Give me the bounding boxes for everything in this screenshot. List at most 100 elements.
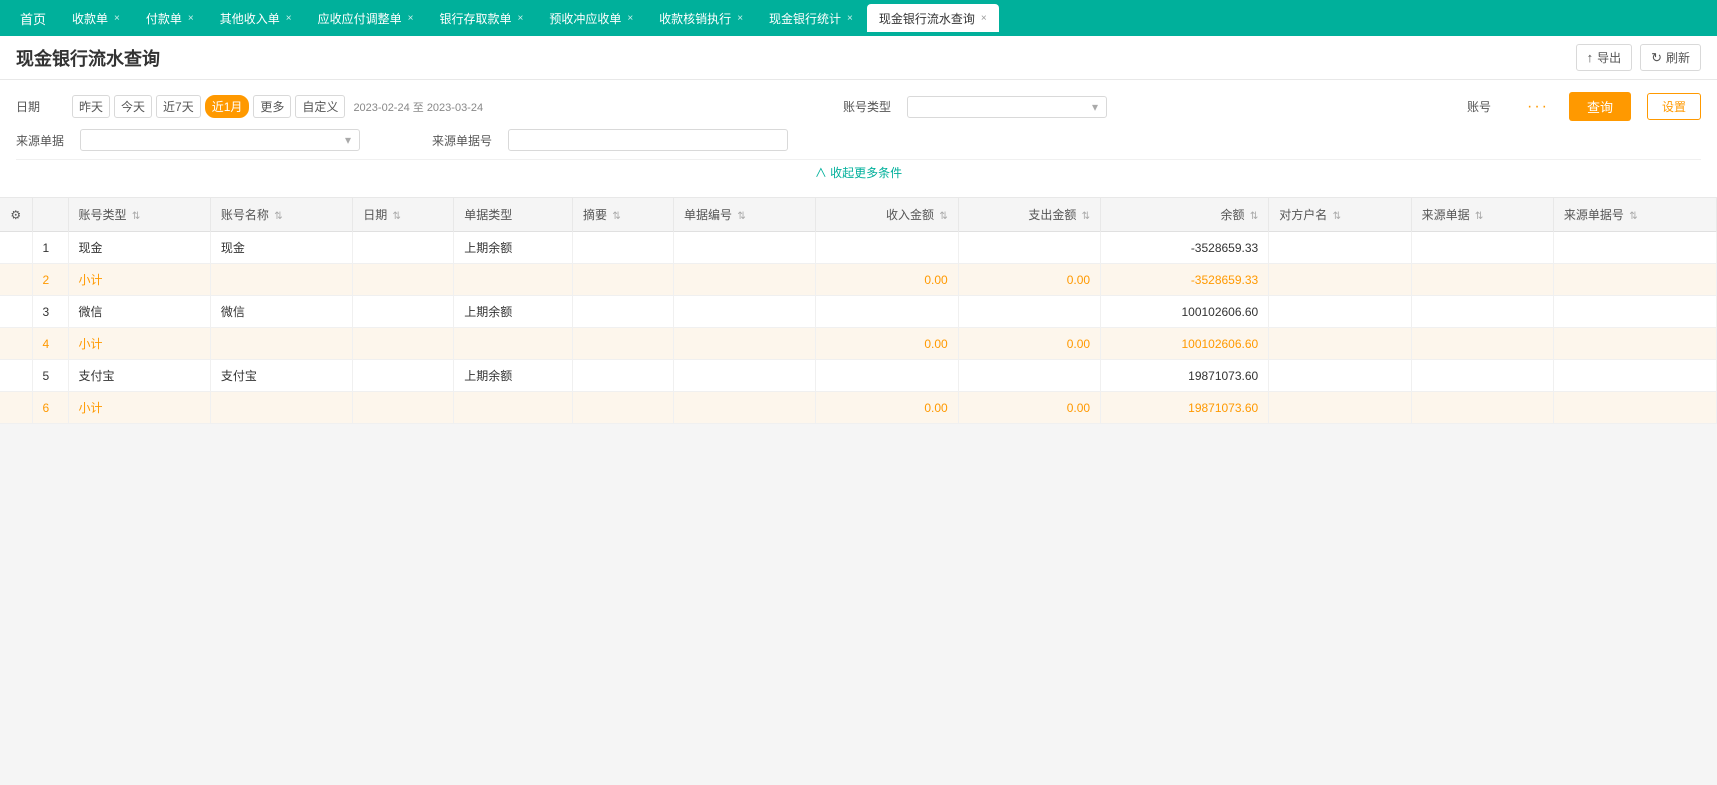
td-summary xyxy=(572,392,673,424)
nav-tab-close-2[interactable]: × xyxy=(286,13,292,24)
td-source-doc-no xyxy=(1553,392,1716,424)
refresh-button[interactable]: ↻ 刷新 xyxy=(1640,44,1701,71)
th-account-name[interactable]: 账号名称 ⇅ xyxy=(210,198,352,232)
table-row: 3微信微信上期余额100102606.60 xyxy=(0,296,1717,328)
td-balance: -3528659.33 xyxy=(1101,264,1269,296)
filter-row-2: 来源单据 ▾ 来源单据号 xyxy=(16,129,1701,151)
nav-tab-close-5[interactable]: × xyxy=(627,13,633,24)
header-actions: ↑ 导出 ↻ 刷新 xyxy=(1576,44,1701,71)
th-source-doc[interactable]: 来源单据 ⇅ xyxy=(1411,198,1553,232)
th-seq xyxy=(32,198,68,232)
nav-tabs-container: 收款单×付款单×其他收入单×应收应付调整单×银行存取款单×预收冲应收单×收款核销… xyxy=(60,4,999,32)
td-source-doc xyxy=(1411,360,1553,392)
td-expense: 0.00 xyxy=(958,392,1100,424)
table-container: ⚙ 账号类型 ⇅ 账号名称 ⇅ 日期 ⇅ 单据类型 xyxy=(0,198,1717,424)
th-source-doc-no[interactable]: 来源单据号 ⇅ xyxy=(1553,198,1716,232)
nav-tab-3[interactable]: 应收应付调整单× xyxy=(306,4,426,32)
date-more[interactable]: 更多 xyxy=(253,95,291,118)
nav-tab-7[interactable]: 现金银行统计× xyxy=(757,4,865,32)
nav-tab-close-1[interactable]: × xyxy=(188,13,194,24)
nav-tab-0[interactable]: 收款单× xyxy=(60,4,132,32)
td-settings[interactable] xyxy=(0,360,32,392)
td-date xyxy=(353,360,454,392)
td-expense: 0.00 xyxy=(958,328,1100,360)
source-doc-select[interactable]: ▾ xyxy=(80,129,360,151)
td-expense xyxy=(958,360,1100,392)
td-income: 0.00 xyxy=(816,392,958,424)
td-balance: 19871073.60 xyxy=(1101,360,1269,392)
td-counterpart xyxy=(1269,360,1411,392)
th-summary[interactable]: 摘要 ⇅ xyxy=(572,198,673,232)
date-range: 2023-02-24 至 2023-03-24 xyxy=(353,99,483,115)
td-seq: 1 xyxy=(32,232,68,264)
td-doc-type: 上期余额 xyxy=(454,360,573,392)
source-doc-no-label: 来源单据号 xyxy=(432,132,492,149)
table-header-row: ⚙ 账号类型 ⇅ 账号名称 ⇅ 日期 ⇅ 单据类型 xyxy=(0,198,1717,232)
export-icon: ↑ xyxy=(1587,50,1594,65)
td-settings[interactable] xyxy=(0,296,32,328)
nav-home[interactable]: 首页 xyxy=(8,9,58,28)
account-type-select[interactable]: ▾ xyxy=(907,96,1107,118)
nav-tab-1[interactable]: 付款单× xyxy=(134,4,206,32)
td-settings[interactable] xyxy=(0,328,32,360)
th-expense[interactable]: 支出金额 ⇅ xyxy=(958,198,1100,232)
td-account-name xyxy=(210,392,352,424)
collapse-bar[interactable]: ∧ 收起更多条件 xyxy=(16,159,1701,185)
th-doc-no-label: 单据编号 xyxy=(684,208,732,222)
th-balance[interactable]: 余额 ⇅ xyxy=(1101,198,1269,232)
source-doc-no-input[interactable] xyxy=(508,129,788,151)
account-dots-button[interactable]: ··· xyxy=(1523,98,1553,116)
th-doc-type[interactable]: 单据类型 xyxy=(454,198,573,232)
sort-icon-source-doc-no: ⇅ xyxy=(1629,211,1637,222)
th-account-type[interactable]: 账号类型 ⇅ xyxy=(68,198,210,232)
th-income[interactable]: 收入金额 ⇅ xyxy=(816,198,958,232)
td-settings[interactable] xyxy=(0,232,32,264)
td-source-doc xyxy=(1411,392,1553,424)
th-source-doc-no-label: 来源单据号 xyxy=(1564,208,1624,222)
td-expense xyxy=(958,296,1100,328)
th-balance-label: 余额 xyxy=(1220,208,1244,222)
th-settings[interactable]: ⚙ xyxy=(0,198,32,232)
date-today[interactable]: 今天 xyxy=(114,95,152,118)
td-settings[interactable] xyxy=(0,392,32,424)
date-yesterday[interactable]: 昨天 xyxy=(72,95,110,118)
nav-tab-close-4[interactable]: × xyxy=(517,13,523,24)
nav-tab-close-6[interactable]: × xyxy=(737,13,743,24)
nav-tab-close-3[interactable]: × xyxy=(408,13,414,24)
th-counterpart[interactable]: 对方户名 ⇅ xyxy=(1269,198,1411,232)
td-account-type: 支付宝 xyxy=(68,360,210,392)
table-row: 4小计0.000.00100102606.60 xyxy=(0,328,1717,360)
nav-tab-2[interactable]: 其他收入单× xyxy=(208,4,304,32)
nav-tab-close-7[interactable]: × xyxy=(847,13,853,24)
td-settings[interactable] xyxy=(0,264,32,296)
td-date xyxy=(353,264,454,296)
date-last1month[interactable]: 近1月 xyxy=(205,95,250,118)
query-button[interactable]: 查询 xyxy=(1569,92,1631,121)
th-date[interactable]: 日期 ⇅ xyxy=(353,198,454,232)
td-summary xyxy=(572,232,673,264)
table-body: 1现金现金上期余额-3528659.332小计0.000.00-3528659.… xyxy=(0,232,1717,424)
nav-tab-close-0[interactable]: × xyxy=(114,13,120,24)
data-table: ⚙ 账号类型 ⇅ 账号名称 ⇅ 日期 ⇅ 单据类型 xyxy=(0,198,1717,424)
filter-row-1: 日期 昨天 今天 近7天 近1月 更多 自定义 2023-02-24 至 202… xyxy=(16,92,1701,121)
th-doc-no[interactable]: 单据编号 ⇅ xyxy=(674,198,816,232)
td-expense: 0.00 xyxy=(958,264,1100,296)
nav-tab-8[interactable]: 现金银行流水查询× xyxy=(867,4,999,32)
nav-tab-4[interactable]: 银行存取款单× xyxy=(427,4,535,32)
date-custom[interactable]: 自定义 xyxy=(295,95,345,118)
td-account-name: 现金 xyxy=(210,232,352,264)
settings-button[interactable]: 设置 xyxy=(1647,93,1701,120)
td-income: 0.00 xyxy=(816,264,958,296)
date-last7[interactable]: 近7天 xyxy=(156,95,201,118)
nav-tab-5[interactable]: 预收冲应收单× xyxy=(537,4,645,32)
th-account-name-label: 账号名称 xyxy=(221,208,269,222)
th-account-type-label: 账号类型 xyxy=(79,208,127,222)
td-account-name: 支付宝 xyxy=(210,360,352,392)
export-button[interactable]: ↑ 导出 xyxy=(1576,44,1633,71)
td-balance: -3528659.33 xyxy=(1101,232,1269,264)
nav-tab-close-8[interactable]: × xyxy=(981,13,987,24)
nav-tab-6[interactable]: 收款核销执行× xyxy=(647,4,755,32)
td-seq: 4 xyxy=(32,328,68,360)
sort-icon-expense: ⇅ xyxy=(1082,211,1090,222)
td-account-type: 小计 xyxy=(68,392,210,424)
